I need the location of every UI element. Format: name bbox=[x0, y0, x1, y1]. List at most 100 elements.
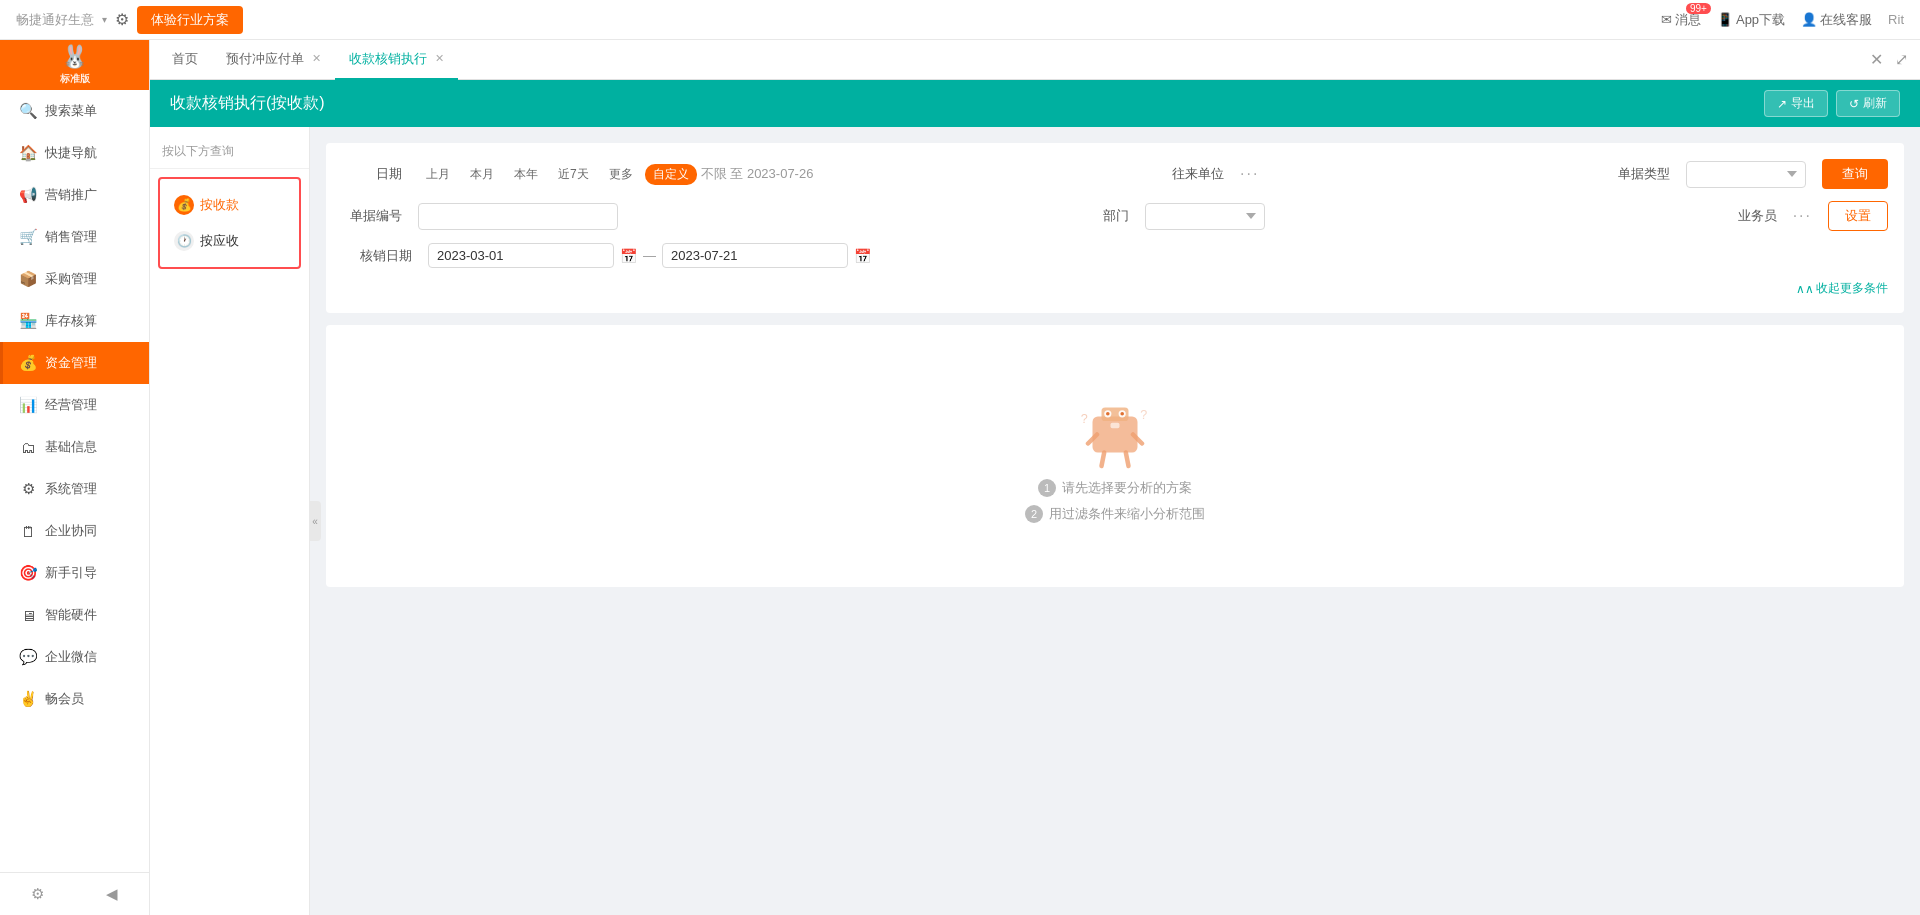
system-icon: ⚙ bbox=[19, 480, 37, 498]
sidebar-item-sales[interactable]: 🛒 销售管理 bbox=[0, 216, 149, 258]
verify-date-label: 核销日期 bbox=[342, 247, 412, 265]
verify-date-start[interactable] bbox=[428, 243, 614, 268]
date-more[interactable]: 更多 bbox=[601, 164, 641, 185]
tab-maximize-icon[interactable]: ⤢ bbox=[1891, 46, 1912, 73]
sidebar-settings-icon[interactable]: ⚙ bbox=[23, 881, 52, 907]
settings-icon[interactable]: ⚙ bbox=[115, 10, 129, 29]
marketing-icon: 📢 bbox=[19, 186, 37, 204]
sidebar-item-business[interactable]: 📊 经营管理 bbox=[0, 384, 149, 426]
brand-name: 畅捷通好生意 bbox=[16, 11, 94, 29]
service-icon: 👤 bbox=[1801, 12, 1817, 27]
doc-type-select[interactable] bbox=[1686, 161, 1806, 188]
app-download-button[interactable]: 📱 App下载 bbox=[1717, 11, 1785, 29]
newbie-icon: 🎯 bbox=[19, 564, 37, 582]
cal-end-icon[interactable]: 📅 bbox=[854, 248, 871, 264]
counterpart-picker[interactable]: ··· bbox=[1240, 165, 1259, 183]
export-icon: ↗ bbox=[1777, 97, 1787, 111]
sidebar-item-label: 系统管理 bbox=[45, 480, 97, 498]
empty-tip-1: 1 请先选择要分析的方案 bbox=[1038, 479, 1192, 497]
date-custom-badge[interactable]: 自定义 bbox=[645, 164, 697, 185]
dropdown-arrow-icon[interactable]: ▾ bbox=[102, 14, 107, 25]
top-bar-right: ✉ 消息 99+ 📱 App下载 👤 在线客服 Rit bbox=[1661, 11, 1904, 29]
refresh-button[interactable]: ↺ 刷新 bbox=[1836, 90, 1900, 117]
sidebar-item-finance[interactable]: 💰 资金管理 bbox=[0, 342, 149, 384]
by-receivable-icon: 🕐 bbox=[174, 231, 194, 251]
filter-option-by-collect[interactable]: 💰 按收款 bbox=[160, 187, 299, 223]
doc-no-input[interactable] bbox=[418, 203, 618, 230]
empty-tip-2: 2 用过滤条件来缩小分析范围 bbox=[1025, 505, 1205, 523]
date-this-month[interactable]: 本月 bbox=[462, 164, 502, 185]
service-label: 在线客服 bbox=[1820, 11, 1872, 29]
date-this-year[interactable]: 本年 bbox=[506, 164, 546, 185]
sidebar-item-member[interactable]: ✌ 畅会员 bbox=[0, 678, 149, 720]
export-button[interactable]: ↗ 导出 bbox=[1764, 90, 1828, 117]
date-separator: — bbox=[643, 248, 656, 263]
date-7days[interactable]: 近7天 bbox=[550, 164, 597, 185]
basic-icon: 🗂 bbox=[19, 439, 37, 456]
empty-state: ? ? 1 请先选择要分析的方案 2 用过滤条件来缩小分析范围 bbox=[326, 325, 1904, 587]
filter-panel: 按以下方查询 💰 按收款 🕐 按应收 « bbox=[150, 127, 310, 915]
tab-bar-actions: ✕ ⤢ bbox=[1866, 46, 1912, 73]
sidebar-item-label: 营销推广 bbox=[45, 186, 97, 204]
empty-robot-illustration: ? ? bbox=[1070, 385, 1160, 475]
sidebar-item-inventory[interactable]: 🏪 库存核算 bbox=[0, 300, 149, 342]
salesman-label: 业务员 bbox=[1707, 207, 1777, 225]
svg-text:?: ? bbox=[1140, 408, 1147, 422]
dept-select[interactable] bbox=[1145, 203, 1265, 230]
top-bar-left: 畅捷通好生意 ▾ ⚙ 体验行业方案 bbox=[16, 6, 243, 34]
content-area: 首页 预付冲应付单 ✕ 收款核销执行 ✕ ✕ ⤢ 收款核销执行(按收款) ↗ 导… bbox=[150, 40, 1920, 915]
salesman-picker[interactable]: ··· bbox=[1793, 207, 1812, 225]
customer-service-button[interactable]: 👤 在线客服 bbox=[1801, 11, 1872, 29]
sidebar-item-search[interactable]: 🔍 搜索菜单 bbox=[0, 90, 149, 132]
logo-sub: 标准版 bbox=[60, 72, 90, 86]
sidebar-item-enterprise[interactable]: 🗒 企业协同 bbox=[0, 510, 149, 552]
wechat-icon: 💬 bbox=[19, 648, 37, 666]
sidebar-item-hardware[interactable]: 🖥 智能硬件 bbox=[0, 594, 149, 636]
sidebar-item-purchase[interactable]: 📦 采购管理 bbox=[0, 258, 149, 300]
svg-line-9 bbox=[1102, 453, 1105, 467]
member-icon: ✌ bbox=[19, 690, 37, 708]
sidebar-item-system[interactable]: ⚙ 系统管理 bbox=[0, 468, 149, 510]
tab-collect[interactable]: 收款核销执行 ✕ bbox=[335, 40, 458, 80]
sidebar-item-label: 智能硬件 bbox=[45, 606, 97, 624]
sidebar-item-label: 企业协同 bbox=[45, 522, 97, 540]
sidebar-item-label: 采购管理 bbox=[45, 270, 97, 288]
sidebar-item-marketing[interactable]: 📢 营销推广 bbox=[0, 174, 149, 216]
collapse-more-button[interactable]: ∧∧ 收起更多条件 bbox=[1796, 280, 1888, 297]
message-icon: ✉ bbox=[1661, 12, 1672, 27]
main-layout: 🐰 标准版 🔍 搜索菜单 🏠 快捷导航 📢 营销推广 🛒 销售管理 📦 采购管理… bbox=[0, 40, 1920, 915]
sidebar-item-newbie[interactable]: 🎯 新手引导 bbox=[0, 552, 149, 594]
tab-bar: 首页 预付冲应付单 ✕ 收款核销执行 ✕ ✕ ⤢ bbox=[150, 40, 1920, 80]
enterprise-icon: 🗒 bbox=[19, 523, 37, 540]
solution-button[interactable]: 体验行业方案 bbox=[137, 6, 243, 34]
tab-home[interactable]: 首页 bbox=[158, 40, 212, 80]
panel-collapse-button[interactable]: « bbox=[309, 501, 321, 541]
cal-start-icon[interactable]: 📅 bbox=[620, 248, 637, 264]
tab-close-all-icon[interactable]: ✕ bbox=[1866, 46, 1887, 73]
sidebar-item-basic[interactable]: 🗂 基础信息 bbox=[0, 426, 149, 468]
sidebar-item-quicknav[interactable]: 🏠 快捷导航 bbox=[0, 132, 149, 174]
filter-option-label: 按收款 bbox=[200, 196, 239, 214]
tab-close-icon[interactable]: ✕ bbox=[312, 52, 321, 65]
tab-label: 预付冲应付单 bbox=[226, 50, 304, 68]
verify-date-end[interactable] bbox=[662, 243, 848, 268]
tab-prepay[interactable]: 预付冲应付单 ✕ bbox=[212, 40, 335, 80]
refresh-icon: ↺ bbox=[1849, 97, 1859, 111]
collapse-up-icon: ∧∧ bbox=[1796, 282, 1814, 296]
sidebar-item-label: 新手引导 bbox=[45, 564, 97, 582]
query-button[interactable]: 查询 bbox=[1822, 159, 1888, 189]
form-row-3: 核销日期 📅 — 📅 bbox=[342, 243, 1888, 268]
date-last-month[interactable]: 上月 bbox=[418, 164, 458, 185]
sidebar-item-label: 销售管理 bbox=[45, 228, 97, 246]
tab-close-active-icon[interactable]: ✕ bbox=[435, 52, 444, 65]
tab-label: 首页 bbox=[172, 50, 198, 68]
sidebar-item-label: 搜索菜单 bbox=[45, 102, 97, 120]
settings-button[interactable]: 设置 bbox=[1828, 201, 1888, 231]
sidebar-item-wechat[interactable]: 💬 企业微信 bbox=[0, 636, 149, 678]
filter-option-by-receivable[interactable]: 🕐 按应收 bbox=[160, 223, 299, 259]
sidebar-collapse-icon[interactable]: ◀ bbox=[98, 881, 126, 907]
message-button[interactable]: ✉ 消息 99+ bbox=[1661, 11, 1701, 29]
date-shortcuts: 上月 本月 本年 近7天 更多 自定义 不限 至 2023-07-26 bbox=[418, 164, 813, 185]
dept-label: 部门 bbox=[1059, 207, 1129, 225]
doc-no-label: 单据编号 bbox=[342, 207, 402, 225]
